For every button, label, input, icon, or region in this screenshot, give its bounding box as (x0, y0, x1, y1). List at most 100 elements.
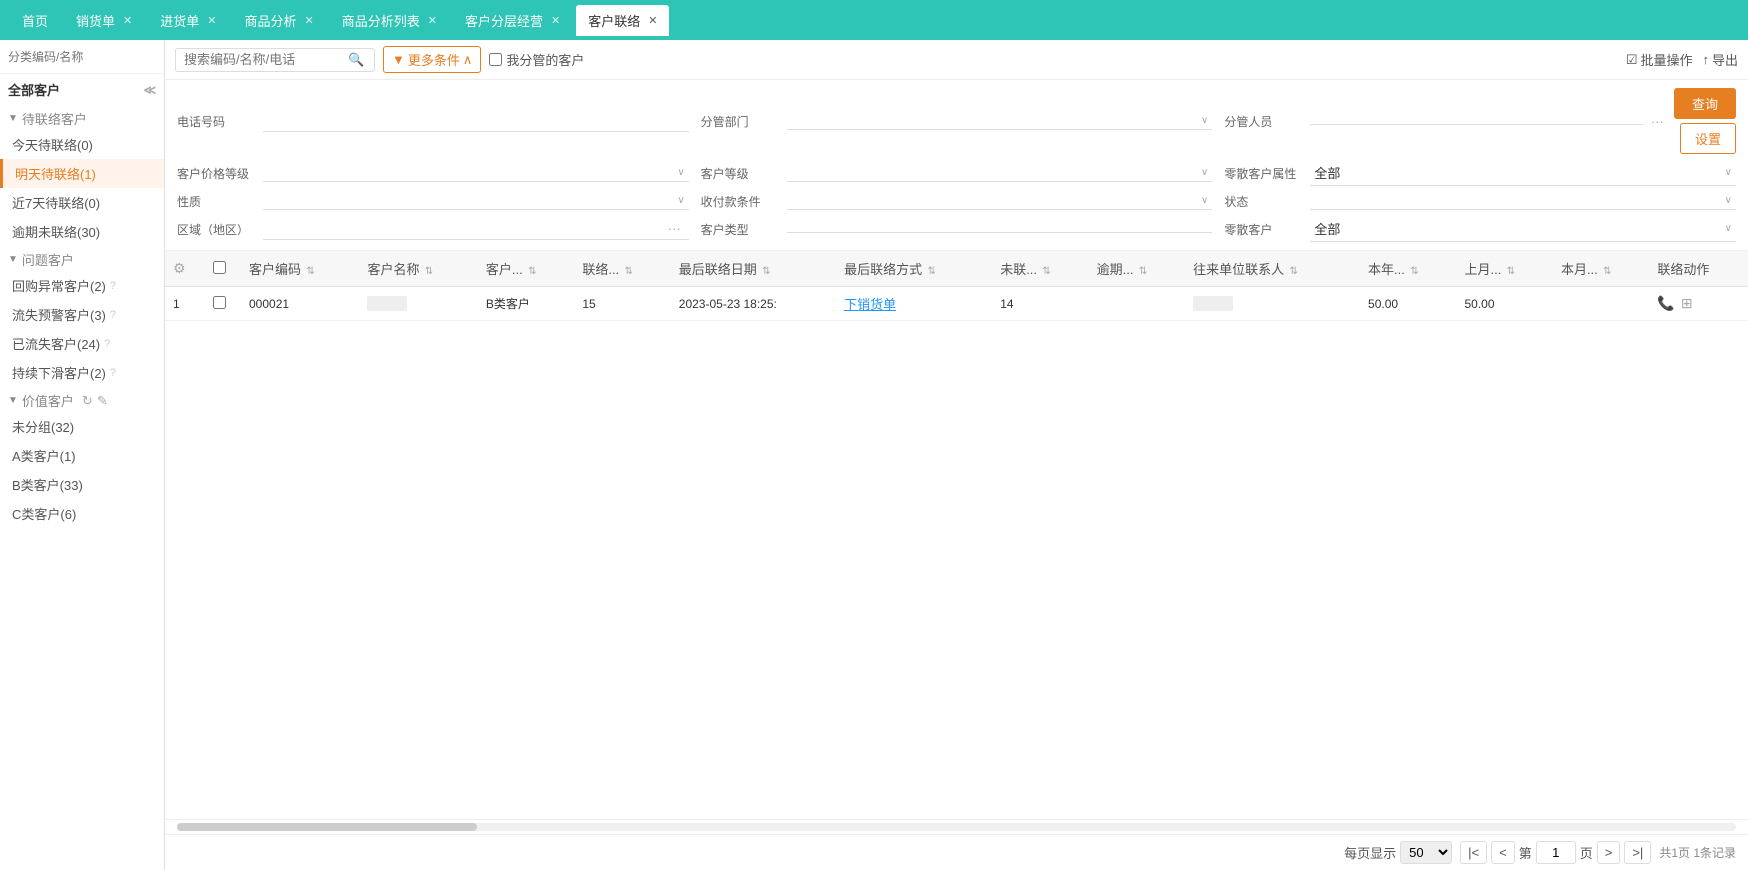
help-icon-3[interactable]: ? (110, 367, 116, 379)
td-actions: 📞 ⊞ (1649, 287, 1748, 321)
th-contact-label: 联络... (582, 262, 619, 277)
sidebar-item-ungrouped[interactable]: 未分组(32) (0, 412, 164, 441)
th-this-month-sort-icon[interactable]: ⇅ (1603, 266, 1611, 277)
sidebar-item-class-c[interactable]: C类客户(6) (0, 499, 164, 528)
nav-tab-4[interactable]: 客户分层经营 ✕ (453, 5, 572, 36)
last-method-link[interactable]: 下销货单 (844, 297, 896, 312)
table-settings-icon[interactable]: ⚙ (173, 260, 186, 276)
retail-attr-select[interactable]: 全部 ∨ (1310, 160, 1736, 186)
last-page-button[interactable]: >| (1624, 841, 1651, 864)
price-level-select[interactable]: ∨ (263, 164, 689, 182)
sidebar-item-lost-warning[interactable]: 流失预警客户(3) ? (0, 300, 164, 329)
sidebar-item-declining[interactable]: 持续下滑客户(2) ? (0, 358, 164, 387)
th-contact-person-sort-icon[interactable]: ⇅ (1289, 266, 1297, 277)
scroll-track[interactable] (177, 823, 1736, 831)
help-icon-2[interactable]: ? (104, 338, 110, 350)
customer-type-select[interactable] (787, 226, 1213, 233)
next-page-button[interactable]: > (1597, 841, 1621, 864)
retail-attr-chevron-icon: ∨ (1725, 167, 1732, 178)
th-overdue-sort-icon[interactable]: ⇅ (1139, 266, 1147, 277)
th-last-month-sort-icon[interactable]: ⇅ (1507, 266, 1515, 277)
all-customers-title[interactable]: 全部客户 ≪ (0, 74, 164, 105)
nature-select[interactable]: ∨ (263, 192, 689, 210)
page-number-input[interactable] (1536, 841, 1576, 864)
close-tab-0-icon[interactable]: ✕ (123, 14, 132, 27)
nav-home[interactable]: 首页 (10, 5, 60, 36)
close-tab-5-icon[interactable]: ✕ (648, 14, 657, 27)
th-customer-code: 客户编码 ⇅ (241, 251, 359, 287)
area-dots[interactable]: ··· (664, 221, 685, 236)
prev-page-button[interactable]: < (1491, 841, 1515, 864)
select-all-checkbox[interactable] (213, 261, 226, 274)
sidebar-item-today-pending[interactable]: 今天待联络(0) (0, 130, 164, 159)
filter-row-phone: 电话号码 (177, 88, 689, 154)
query-button[interactable]: 查询 (1674, 88, 1736, 119)
collapse-icon[interactable]: ≪ (143, 83, 156, 97)
nav-tab-0[interactable]: 销货单 ✕ (64, 5, 144, 36)
close-tab-2-icon[interactable]: ✕ (305, 14, 314, 27)
th-this-year-sort-icon[interactable]: ⇅ (1410, 266, 1418, 277)
nav-tab-5[interactable]: 客户联络 ✕ (576, 5, 669, 36)
export-button[interactable]: ↑ 导出 (1702, 50, 1738, 69)
close-tab-1-icon[interactable]: ✕ (207, 14, 216, 27)
dept-select[interactable]: ∨ (787, 112, 1213, 130)
th-type-sort-icon[interactable]: ⇅ (528, 266, 536, 277)
close-tab-4-icon[interactable]: ✕ (551, 14, 560, 27)
th-customer-name: 客户名称 ⇅ (359, 251, 477, 287)
page-size-select[interactable]: 50 100 200 (1400, 841, 1452, 864)
nav-tab-2[interactable]: 商品分析 ✕ (232, 5, 325, 36)
sidebar-item-repurchase-abnormal[interactable]: 回购异常客户(2) ? (0, 271, 164, 300)
customer-name-value (367, 296, 407, 311)
toolbar-search-icon[interactable]: 🔍 (348, 52, 364, 68)
retail-customer-select[interactable]: 全部 ∨ (1310, 216, 1736, 242)
price-level-label: 客户价格等级 (177, 165, 257, 182)
toolbar: 🔍 ▼ 更多条件 ∧ 我分管的客户 ☑ 批量操作 ↑ 导出 (165, 40, 1748, 80)
help-icon-1[interactable]: ? (110, 309, 116, 321)
my-customers-checkbox[interactable] (489, 53, 502, 66)
dept-chevron-icon: ∨ (1201, 115, 1208, 126)
sidebar-item-tomorrow-pending[interactable]: 明天待联络(1) (0, 159, 164, 188)
th-name-sort-icon[interactable]: ⇅ (425, 266, 433, 277)
sidebar-item-class-a[interactable]: A类客户(1) (0, 441, 164, 470)
nature-chevron-icon: ∨ (677, 195, 684, 206)
search-input[interactable] (184, 52, 344, 67)
nav-tab-1[interactable]: 进货单 ✕ (148, 5, 228, 36)
row-checkbox[interactable] (213, 296, 226, 309)
customer-level-select[interactable]: ∨ (787, 164, 1213, 182)
th-code-sort-icon[interactable]: ⇅ (306, 266, 314, 277)
close-tab-3-icon[interactable]: ✕ (428, 14, 437, 27)
status-select[interactable]: ∨ (1310, 192, 1736, 210)
th-last-date-sort-icon[interactable]: ⇅ (762, 266, 770, 277)
settings-button[interactable]: 设置 (1680, 123, 1736, 154)
nav-tab-3[interactable]: 商品分析列表 ✕ (330, 5, 449, 36)
customer-level-chevron-icon: ∨ (1201, 167, 1208, 178)
td-contact-person (1185, 287, 1360, 321)
payment-select[interactable]: ∨ (787, 192, 1213, 210)
first-page-button[interactable]: |< (1460, 841, 1487, 864)
phone-action-icon[interactable]: 📞 (1657, 295, 1674, 312)
value-refresh-icon[interactable]: ↻ (82, 393, 93, 409)
help-icon-0[interactable]: ? (110, 280, 116, 292)
sidebar-item-class-b[interactable]: B类客户(33) (0, 470, 164, 499)
my-customers-checkbox-container[interactable]: 我分管的客户 (489, 50, 584, 69)
sidebar-search-input[interactable] (8, 50, 163, 64)
sidebar-item-lost[interactable]: 已流失客户(24) ? (0, 329, 164, 358)
th-uncontacted-sort-icon[interactable]: ⇅ (1042, 266, 1050, 277)
manager-dots[interactable]: ··· (1647, 114, 1668, 129)
qr-action-icon[interactable]: ⊞ (1681, 295, 1693, 312)
value-edit-icon[interactable]: ✎ (97, 393, 108, 409)
sidebar-item-overdue-pending[interactable]: 逾期未联络(30) (0, 217, 164, 246)
td-last-date: 2023-05-23 18:25: (671, 287, 836, 321)
sidebar-item-7days-pending[interactable]: 近7天待联络(0) (0, 188, 164, 217)
manager-select[interactable] (1310, 118, 1643, 125)
more-filter-button[interactable]: ▼ 更多条件 ∧ (383, 46, 481, 73)
batch-operation-button[interactable]: ☑ 批量操作 (1626, 50, 1693, 69)
phone-input[interactable] (263, 111, 689, 132)
value-arrow-icon: ▼ (8, 395, 18, 406)
th-last-method-sort-icon[interactable]: ⇅ (927, 266, 935, 277)
filter-row-customer-type: 客户类型 (701, 216, 1213, 242)
th-last-date-label: 最后联络日期 (679, 262, 757, 277)
scroll-thumb[interactable] (177, 823, 477, 831)
td-this-month (1553, 287, 1649, 321)
th-contact-sort-icon[interactable]: ⇅ (625, 266, 633, 277)
